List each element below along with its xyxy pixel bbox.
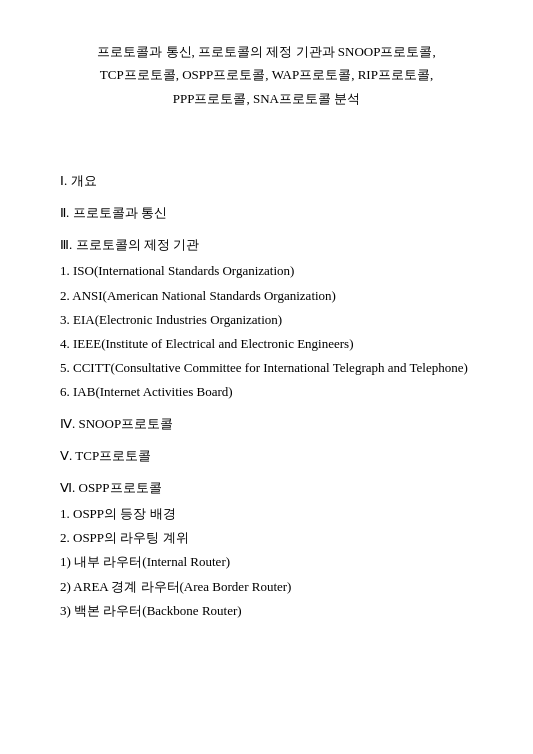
toc-item-III-1: 1. ISO(International Standards Organizat…: [60, 260, 473, 282]
toc-item-IV: Ⅳ. SNOOP프로토콜: [60, 413, 473, 435]
toc-item-III-4: 4. IEEE(Institute of Electrical and Elec…: [60, 333, 473, 355]
toc-item-VI: Ⅵ. OSPP프로토콜: [60, 477, 473, 499]
toc-item-III-3: 3. EIA(Electronic Industries Organizatio…: [60, 309, 473, 331]
toc-item-V: Ⅴ. TCP프로토콜: [60, 445, 473, 467]
subtitle-block: 프로토콜과 통신, 프로토콜의 제정 기관과 SNOOP프로토콜, TCP프로토…: [60, 40, 473, 110]
subtitle-line1: 프로토콜과 통신, 프로토콜의 제정 기관과 SNOOP프로토콜,: [60, 40, 473, 63]
toc-item-VI-2-2: 2) AREA 경계 라우터(Area Border Router): [60, 576, 473, 598]
subtitle-line2: TCP프로토콜, OSPP프로토콜, WAP프로토콜, RIP프로토콜,: [60, 63, 473, 86]
subtitle-line3: PPP프로토콜, SNA프로토콜 분석: [60, 87, 473, 110]
toc-item-VI-2: 2. OSPP의 라우팅 계위: [60, 527, 473, 549]
table-of-contents: Ⅰ. 개요 Ⅱ. 프로토콜과 통신 Ⅲ. 프로토콜의 제정 기관 1. ISO(Int…: [60, 170, 473, 622]
toc-item-III-5: 5. CCITT(Consultative Committee for Inte…: [60, 357, 473, 379]
toc-item-III-2: 2. ANSI(American National Standards Orga…: [60, 285, 473, 307]
toc-item-VI-2-1: 1) 내부 라우터(Internal Router): [60, 551, 473, 573]
toc-item-VI-1: 1. OSPP의 등장 배경: [60, 503, 473, 525]
toc-item-VI-2-3: 3) 백본 라우터(Backbone Router): [60, 600, 473, 622]
toc-item-I: Ⅰ. 개요: [60, 170, 473, 192]
toc-item-III: Ⅲ. 프로토콜의 제정 기관: [60, 234, 473, 256]
toc-item-II: Ⅱ. 프로토콜과 통신: [60, 202, 473, 224]
toc-item-III-6: 6. IAB(Internet Activities Board): [60, 381, 473, 403]
